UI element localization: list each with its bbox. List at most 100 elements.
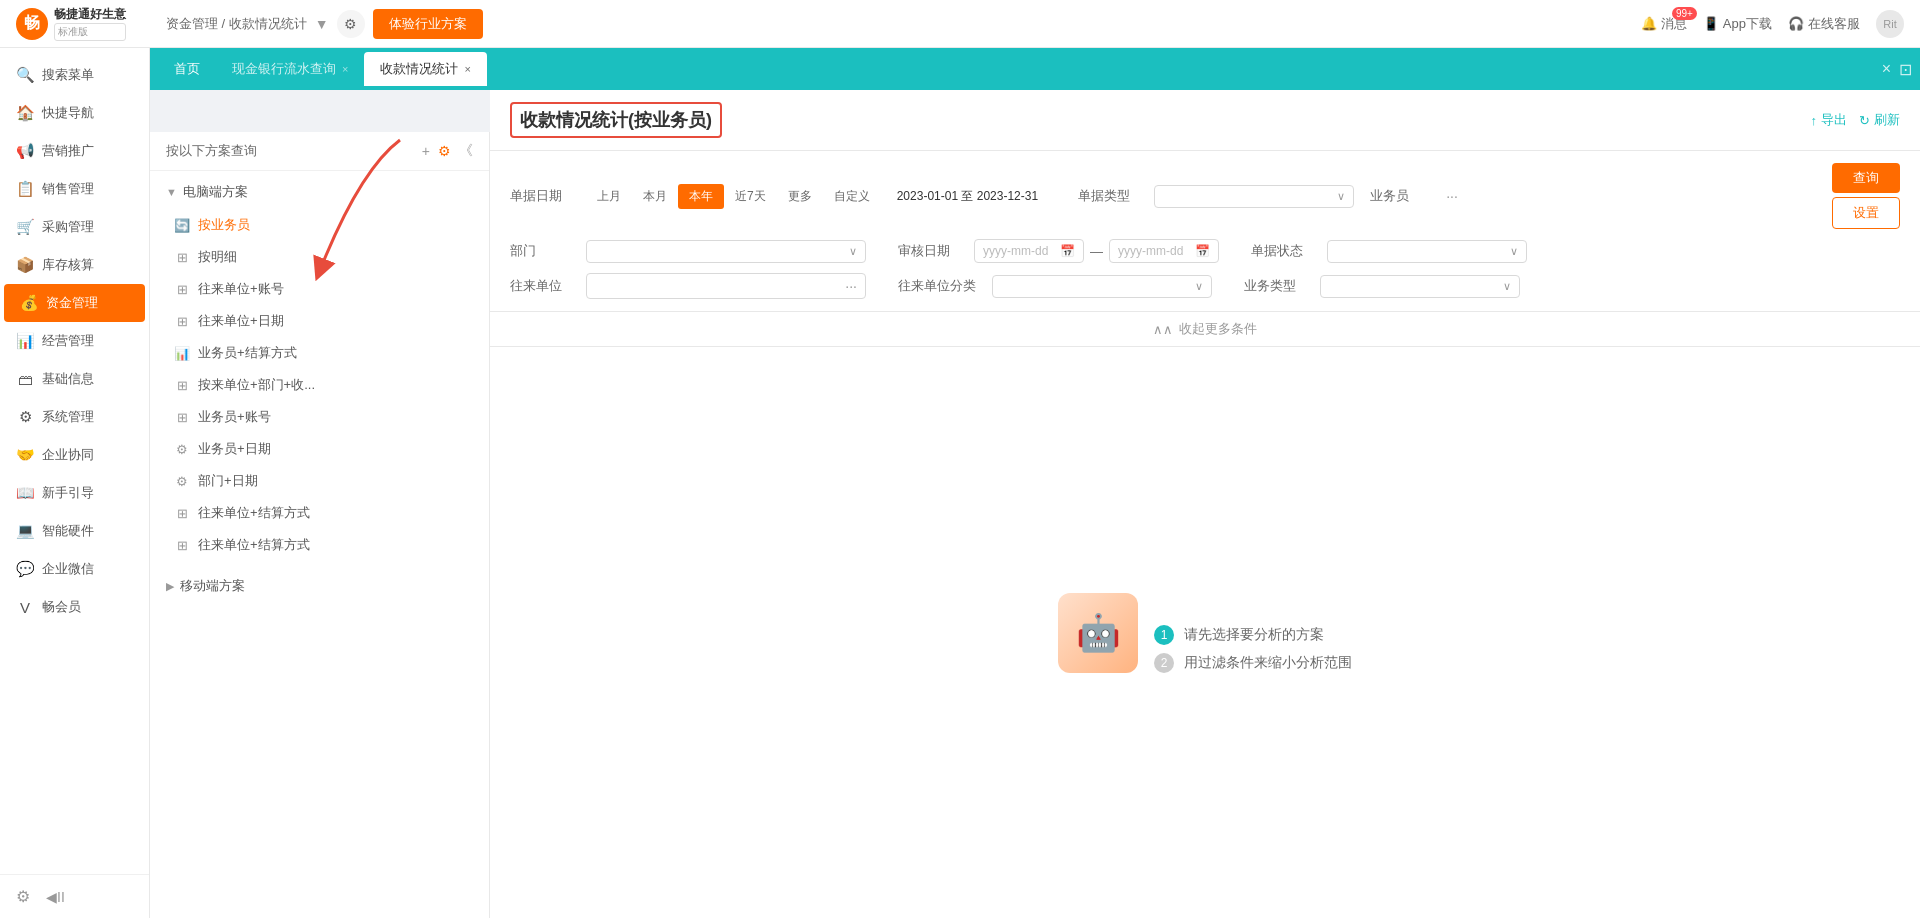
sidebar-item-marketing[interactable]: 📢 营销推广 [0, 132, 149, 170]
step-1-num: 1 [1154, 625, 1174, 645]
scheme-item-salesperson-date[interactable]: ⚙ 业务员+日期 [158, 433, 489, 465]
table-icon: ⊞ [174, 282, 190, 297]
empty-illustration: 🤖 1 请先选择要分析的方案 2 用过滤条件来缩小分析范围 [1058, 593, 1352, 673]
export-button[interactable]: ↑ 导出 [1811, 111, 1848, 129]
doctype-select[interactable]: ∨ [1154, 185, 1354, 208]
desktop-scheme-section: ▼ 电脑端方案 🔄 按业务员 ⊞ 按明细 ⊞ 往来单位+账号 [150, 171, 489, 565]
filter-row-2: 部门 ∨ 审核日期 yyyy-mm-dd 📅 — yyyy-mm-dd [510, 239, 1900, 263]
notification-area[interactable]: 🔔 消息 99+ [1641, 15, 1687, 33]
scheme-collapse-icon[interactable]: 《 [459, 142, 473, 160]
scheme-add-icon[interactable]: + [422, 143, 430, 159]
sidebar-item-enterprise[interactable]: 🤝 企业协同 [0, 436, 149, 474]
megaphone-icon: 📢 [16, 142, 34, 160]
refresh-button[interactable]: ↻ 刷新 [1859, 111, 1900, 129]
tab-bank[interactable]: 现金银行流水查询 × [216, 52, 364, 86]
app-download-link[interactable]: 📱 App下载 [1703, 15, 1772, 33]
review-date-end[interactable]: yyyy-mm-dd 📅 [1109, 239, 1219, 263]
sidebar-item-inventory[interactable]: 📦 库存核算 [0, 246, 149, 284]
online-service-link[interactable]: 🎧 在线客服 [1788, 15, 1860, 33]
scheme-item-salesperson[interactable]: 🔄 按业务员 [158, 209, 489, 241]
sidebar-item-search[interactable]: 🔍 搜索菜单 [0, 56, 149, 94]
top-settings-button[interactable]: ⚙ [337, 10, 365, 38]
salesperson-label: 业务员 [1370, 187, 1430, 205]
table6-icon: ⊞ [174, 538, 190, 553]
tab-bank-close-icon[interactable]: × [342, 63, 348, 75]
docstatus-chevron-icon: ∨ [1510, 245, 1518, 258]
scheme-item-partner-settle1[interactable]: ⊞ 往来单位+结算方式 [158, 497, 489, 529]
scheme-item-partner-settle2[interactable]: ⊞ 往来单位+结算方式 [158, 529, 489, 561]
sidebar-item-guide[interactable]: 📖 新手引导 [0, 474, 149, 512]
salesperson-more-icon[interactable]: ··· [1446, 188, 1458, 204]
set-button[interactable]: 设置 [1832, 197, 1900, 229]
partner-cat-select[interactable]: ∨ [992, 275, 1212, 298]
sidebar-settings-icon[interactable]: ⚙ [16, 887, 30, 906]
sidebar-item-member[interactable]: V 畅会员 [0, 588, 149, 626]
sidebar-collapse-icon[interactable]: ◀II [46, 889, 65, 905]
partner-more-icon[interactable]: ··· [845, 278, 857, 294]
empty-step-2: 2 用过滤条件来缩小分析范围 [1154, 653, 1352, 673]
date-tab-more[interactable]: 更多 [777, 184, 823, 209]
date-tab-7days[interactable]: 近7天 [724, 184, 777, 209]
clipboard-icon: 📋 [16, 180, 34, 198]
sidebar-item-system[interactable]: ⚙ 系统管理 [0, 398, 149, 436]
docstatus-label: 单据状态 [1251, 242, 1311, 260]
scheme-item-by-partner-dept[interactable]: ⊞ 按来单位+部门+收... [158, 369, 489, 401]
review-date-label: 审核日期 [898, 242, 958, 260]
scheme-item-dept-date[interactable]: ⚙ 部门+日期 [158, 465, 489, 497]
bar-chart-icon: 📊 [174, 346, 190, 361]
handshake-icon: 🤝 [16, 446, 34, 464]
breadcrumb-dropdown-icon[interactable]: ▼ [315, 16, 329, 32]
filter-row-1: 单据日期 上月 本月 本年 近7天 更多 自定义 2023-01-01 至 20… [510, 163, 1900, 229]
scheme-item-partner-date[interactable]: ⊞ 往来单位+日期 [158, 305, 489, 337]
trial-button[interactable]: 体验行业方案 [373, 9, 483, 39]
sidebar-item-wechat[interactable]: 💬 企业微信 [0, 550, 149, 588]
sidebar-item-basic[interactable]: 🗃 基础信息 [0, 360, 149, 398]
review-date-start[interactable]: yyyy-mm-dd 📅 [974, 239, 1084, 263]
sidebar-item-finance[interactable]: 💰 资金管理 [4, 284, 145, 322]
window-close-icon[interactable]: × [1882, 60, 1891, 78]
dept-chevron-icon: ∨ [849, 245, 857, 258]
database-icon: 🗃 [16, 371, 34, 388]
tab-home[interactable]: 首页 [158, 52, 216, 86]
window-maximize-icon[interactable]: ⊡ [1899, 60, 1912, 79]
mobile-section-title[interactable]: ▶ 移动端方案 [150, 569, 489, 603]
desktop-section-title[interactable]: ▼ 电脑端方案 [150, 175, 489, 209]
collapse-more-conditions[interactable]: ∧∧ 收起更多条件 [490, 312, 1920, 347]
vip-icon: V [16, 599, 34, 616]
headset-icon: 🎧 [1788, 16, 1804, 31]
date-tab-custom[interactable]: 自定义 [823, 184, 881, 209]
scheme-item-salesperson-account[interactable]: ⊞ 业务员+账号 [158, 401, 489, 433]
sidebar-item-quick[interactable]: 🏠 快捷导航 [0, 94, 149, 132]
refresh-icon: ↻ [1859, 113, 1870, 128]
biz-type-label: 业务类型 [1244, 277, 1304, 295]
mobile-section-arrow-icon: ▶ [166, 580, 174, 593]
dept-select[interactable]: ∨ [586, 240, 866, 263]
partner-cat-label: 往来单位分类 [898, 277, 976, 295]
tab-collection[interactable]: 收款情况统计 × [364, 52, 486, 86]
query-button[interactable]: 查询 [1832, 163, 1900, 193]
date-tab-thisyear[interactable]: 本年 [678, 184, 724, 209]
scheme-item-detail[interactable]: ⊞ 按明细 [158, 241, 489, 273]
top-nav-area: 资金管理 / 收款情况统计 ▼ ⚙ 体验行业方案 [166, 9, 1641, 39]
chat-icon: 💬 [16, 560, 34, 578]
sidebar-item-purchase[interactable]: 🛒 采购管理 [0, 208, 149, 246]
partner-input[interactable]: ··· [586, 273, 866, 299]
scheme-settings-icon[interactable]: ⚙ [438, 143, 451, 159]
calendar2-icon: 📅 [1195, 244, 1210, 258]
tab-collection-close-icon[interactable]: × [464, 63, 470, 75]
table2-icon: ⊞ [174, 314, 190, 329]
scheme-item-partner-account[interactable]: ⊞ 往来单位+账号 [158, 273, 489, 305]
mobile-scheme-section: ▶ 移动端方案 [150, 565, 489, 607]
sidebar-item-sales[interactable]: 📋 销售管理 [0, 170, 149, 208]
sidebar-item-iot[interactable]: 💻 智能硬件 [0, 512, 149, 550]
box-icon: 📦 [16, 256, 34, 274]
docstatus-select[interactable]: ∨ [1327, 240, 1527, 263]
sidebar-item-operation[interactable]: 📊 经营管理 [0, 322, 149, 360]
date-tab-thismonth[interactable]: 本月 [632, 184, 678, 209]
right-content: 收款情况统计(按业务员) ↑ 导出 ↻ 刷新 单据日期 [490, 90, 1920, 918]
collapse-icon: ∧∧ [1153, 322, 1173, 337]
scheme-item-salesperson-settle[interactable]: 📊 业务员+结算方式 [158, 337, 489, 369]
biz-type-select[interactable]: ∨ [1320, 275, 1520, 298]
date-tab-lastmonth[interactable]: 上月 [586, 184, 632, 209]
user-avatar[interactable]: Rit [1876, 10, 1904, 38]
